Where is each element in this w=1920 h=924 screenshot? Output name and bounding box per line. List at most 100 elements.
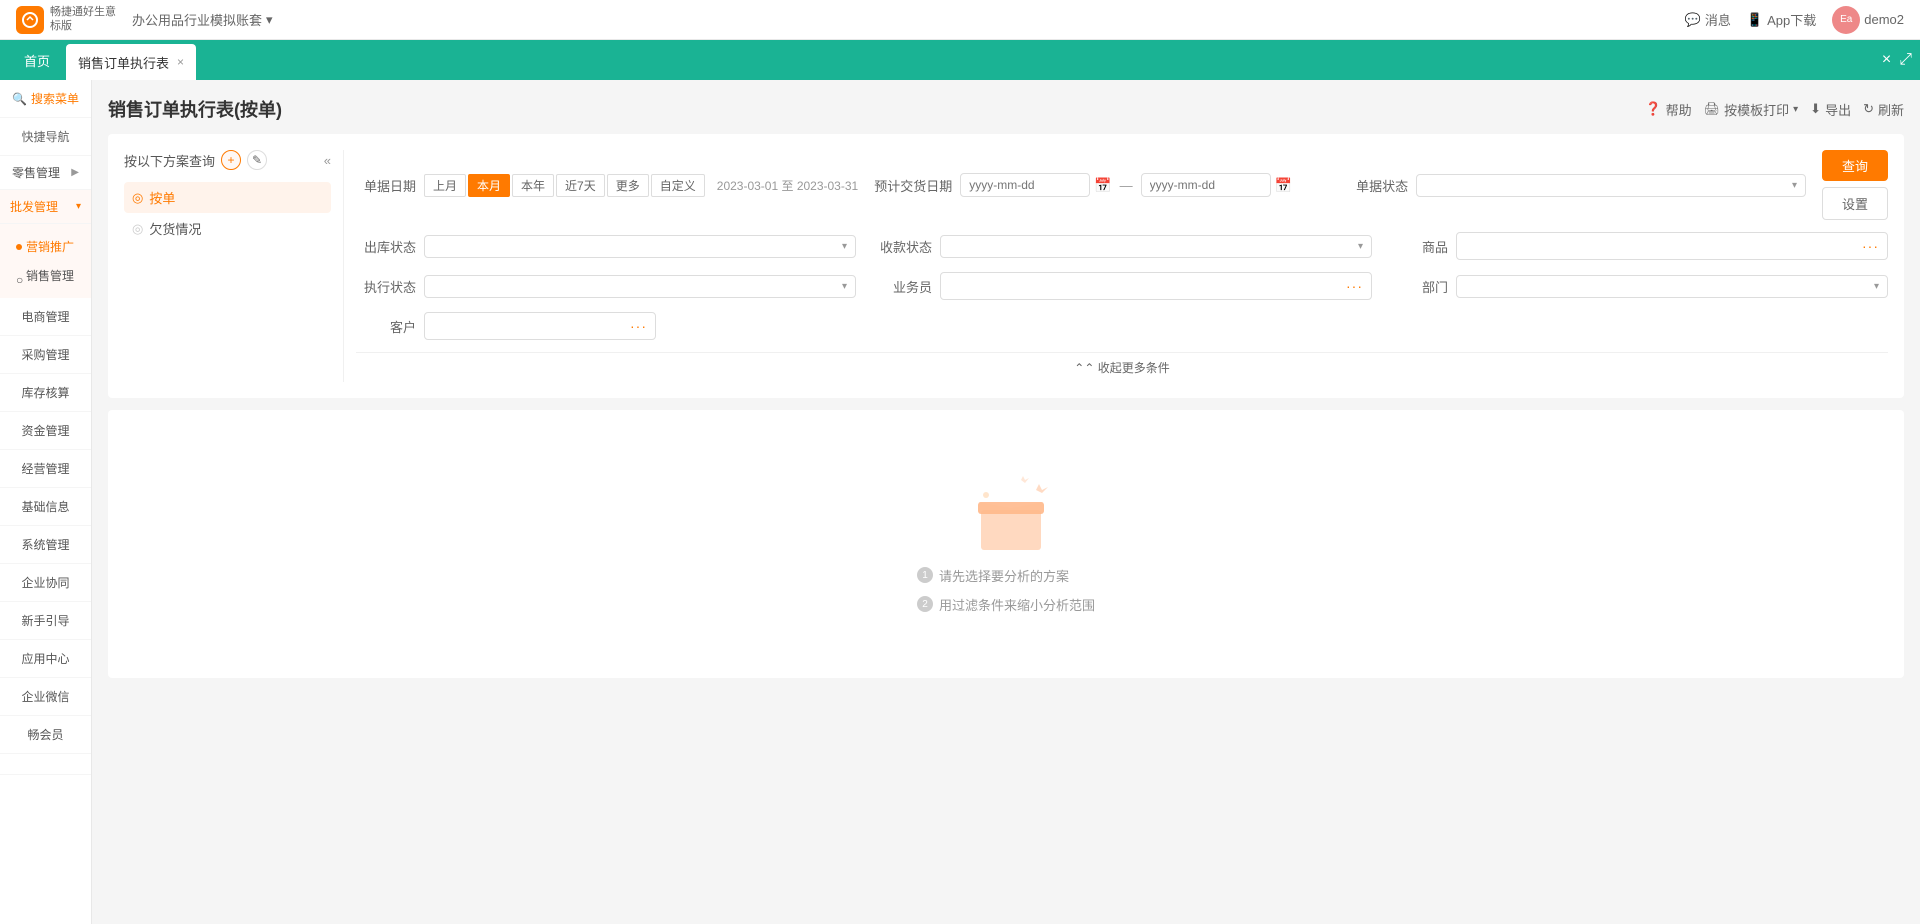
retail-label: 零售管理 xyxy=(12,164,60,181)
salesperson-label: 业务员 xyxy=(872,277,932,296)
active-dot-icon xyxy=(16,244,22,250)
wholesale-arrow-icon: ▾ xyxy=(76,201,81,212)
sidebar-item-orders[interactable]: 营销推广 xyxy=(0,232,91,261)
help-btn[interactable]: ❓ 帮助 xyxy=(1645,100,1691,119)
scheme-item-shortage[interactable]: ◎ 欠货情况 xyxy=(124,213,331,244)
doc-status-select[interactable]: ▾ xyxy=(1416,174,1806,197)
tab-expand-icon[interactable]: ⤢ xyxy=(1899,51,1912,69)
user-name: demo2 xyxy=(1864,12,1904,27)
out-status-select[interactable]: ▾ xyxy=(424,235,856,258)
date-btn-this-month[interactable]: 本月 xyxy=(468,174,510,197)
export-icon: ⬇ xyxy=(1810,101,1821,117)
sidebar-beginner[interactable]: 企业微信 xyxy=(0,678,91,716)
collapse-conditions-btn[interactable]: ⌃⌃ 收起更多条件 xyxy=(356,352,1888,382)
tab-home[interactable]: 首页 xyxy=(8,40,66,80)
sidebar-sales[interactable]: 采购管理 xyxy=(0,336,91,374)
doc-status-arrow-icon: ▾ xyxy=(1792,180,1797,191)
goods-group: 商品 ··· xyxy=(1388,232,1888,260)
export-btn[interactable]: ⬇ 导出 xyxy=(1810,100,1851,119)
receipt-status-arrow-icon: ▾ xyxy=(1358,241,1363,252)
out-status-arrow-icon: ▾ xyxy=(842,241,847,252)
sidebar-basic[interactable]: 企业协同 xyxy=(0,564,91,602)
tab-active[interactable]: 销售订单执行表 × xyxy=(66,44,196,80)
dept-select[interactable]: ▾ xyxy=(1456,275,1888,298)
sidebar-operations[interactable]: 系统管理 xyxy=(0,526,91,564)
date-btn-more[interactable]: 更多 xyxy=(607,174,649,197)
message-label: 消息 xyxy=(1705,10,1731,29)
date-btn-custom[interactable]: 自定义 xyxy=(651,174,705,197)
avatar: Ea xyxy=(1832,6,1860,34)
exec-status-select[interactable]: ▾ xyxy=(424,275,856,298)
sidebar-purchase[interactable]: 资金管理 xyxy=(0,412,91,450)
sidebar-search[interactable]: 🔍 搜索菜单 xyxy=(0,80,91,118)
sidebar-system[interactable]: 新手引导 xyxy=(0,602,91,640)
date-btn-last-month[interactable]: 上月 xyxy=(424,174,466,197)
basic-label: 企业协同 xyxy=(21,574,69,591)
collab-label: 应用中心 xyxy=(21,650,69,667)
tab-close-window-icon[interactable]: × xyxy=(1882,51,1891,69)
date-from-group: 📅 xyxy=(960,173,1111,197)
add-scheme-btn[interactable]: + xyxy=(221,150,241,170)
edit-scheme-btn[interactable]: ✎ xyxy=(247,150,267,170)
appcenter-label: 畅会员 xyxy=(27,726,63,743)
search-icon: 🔍 xyxy=(12,92,27,106)
sidebar-retail[interactable]: 零售管理 ▶ xyxy=(0,156,91,190)
user-avatar[interactable]: Ea demo2 xyxy=(1832,6,1904,34)
filter-row-status: 出库状态 ▾ 收款状态 ▾ xyxy=(356,232,1888,260)
filter-row-customer: 客户 ··· xyxy=(356,312,1888,340)
collapse-label: 收起更多条件 xyxy=(1098,361,1170,375)
settings-btn[interactable]: 设置 xyxy=(1822,187,1888,220)
sidebar-item-inventory[interactable]: ○ 销售管理 xyxy=(0,261,91,290)
calendar-from-icon[interactable]: 📅 xyxy=(1094,177,1111,194)
goods-more-btn[interactable]: ··· xyxy=(1862,238,1879,254)
date-from-input[interactable] xyxy=(960,173,1090,197)
date-buttons: 上月 本月 本年 近7天 更多 自定义 xyxy=(424,174,705,197)
export-label: 导出 xyxy=(1825,100,1851,119)
tab-bar-controls: × ⤢ xyxy=(1882,51,1920,69)
app-label: App下载 xyxy=(1767,10,1816,29)
step-1-num: 1 xyxy=(917,567,933,583)
sidebar-marketing[interactable]: 电商管理 xyxy=(0,298,91,336)
page-actions: ❓ 帮助 🖨 按模板打印 ▾ ⬇ 导出 ↻ 刷新 xyxy=(1645,100,1904,119)
exec-status-label: 执行状态 xyxy=(356,277,416,296)
app-dropdown[interactable]: 办公用品行业模拟账套 ▾ xyxy=(124,6,281,33)
ops-label: 系统管理 xyxy=(21,536,69,553)
date-btn-7days[interactable]: 近7天 xyxy=(556,174,605,197)
sidebar-collab[interactable]: 应用中心 xyxy=(0,640,91,678)
scheme-header: 按以下方案查询 + ✎ « xyxy=(124,150,331,170)
finance-label: 基础信息 xyxy=(21,498,69,515)
date-separator: — xyxy=(1120,178,1133,193)
receipt-status-select[interactable]: ▾ xyxy=(940,235,1372,258)
out-status-label: 出库状态 xyxy=(356,237,416,256)
message-icon: 💬 xyxy=(1685,12,1701,28)
quick-nav-label: 快捷导航 xyxy=(21,128,69,145)
date-to-input[interactable] xyxy=(1141,173,1271,197)
sidebar-inventory[interactable]: 经营管理 xyxy=(0,450,91,488)
scheme-shortage-icon: ◎ xyxy=(132,221,143,237)
customer-more-btn[interactable]: ··· xyxy=(630,318,647,334)
sidebar-finance[interactable]: 基础信息 xyxy=(0,488,91,526)
template-print-btn[interactable]: 🖨 按模板打印 ▾ xyxy=(1704,100,1799,119)
sidebar-app-center[interactable]: 畅会员 xyxy=(0,716,91,754)
exec-status-group: 执行状态 ▾ xyxy=(356,275,856,298)
salesperson-more-btn[interactable]: ··· xyxy=(1346,278,1363,294)
sidebar-ecom[interactable]: 库存核算 xyxy=(0,374,91,412)
empty-state: 1 请先选择要分析的方案 2 用过滤条件来缩小分析范围 xyxy=(108,410,1904,678)
sidebar: 🔍 搜索菜单 零售管理 快捷导航 零售管理 ▶ 批发管理 ▾ 营销推广 ○ 销售… xyxy=(0,80,92,924)
scheme-title: 按以下方案查询 xyxy=(124,151,215,170)
tab-close-icon[interactable]: × xyxy=(177,55,184,69)
date-btn-this-year[interactable]: 本年 xyxy=(512,174,554,197)
calendar-to-icon[interactable]: 📅 xyxy=(1275,177,1292,194)
scheme-item-order[interactable]: ◎ 按单 xyxy=(124,182,331,213)
sales-label: 采购管理 xyxy=(21,346,69,363)
salesperson-group: 业务员 ··· xyxy=(872,272,1372,300)
message-btn[interactable]: 💬 消息 xyxy=(1685,10,1731,29)
sidebar-enterprise-wechat[interactable] xyxy=(0,754,91,775)
sidebar-quick-nav[interactable]: 零售管理 快捷导航 xyxy=(0,118,91,156)
query-btn[interactable]: 查询 xyxy=(1822,150,1888,181)
app-download-btn[interactable]: 📱 App下载 xyxy=(1747,10,1816,29)
top-bar-left: 畅捷通好生意 标版 办公用品行业模拟账套 ▾ xyxy=(16,6,281,34)
refresh-btn[interactable]: ↻ 刷新 xyxy=(1863,100,1904,119)
sidebar-wholesale[interactable]: 批发管理 ▾ xyxy=(0,190,91,224)
collapse-scheme-btn[interactable]: « xyxy=(324,153,331,168)
